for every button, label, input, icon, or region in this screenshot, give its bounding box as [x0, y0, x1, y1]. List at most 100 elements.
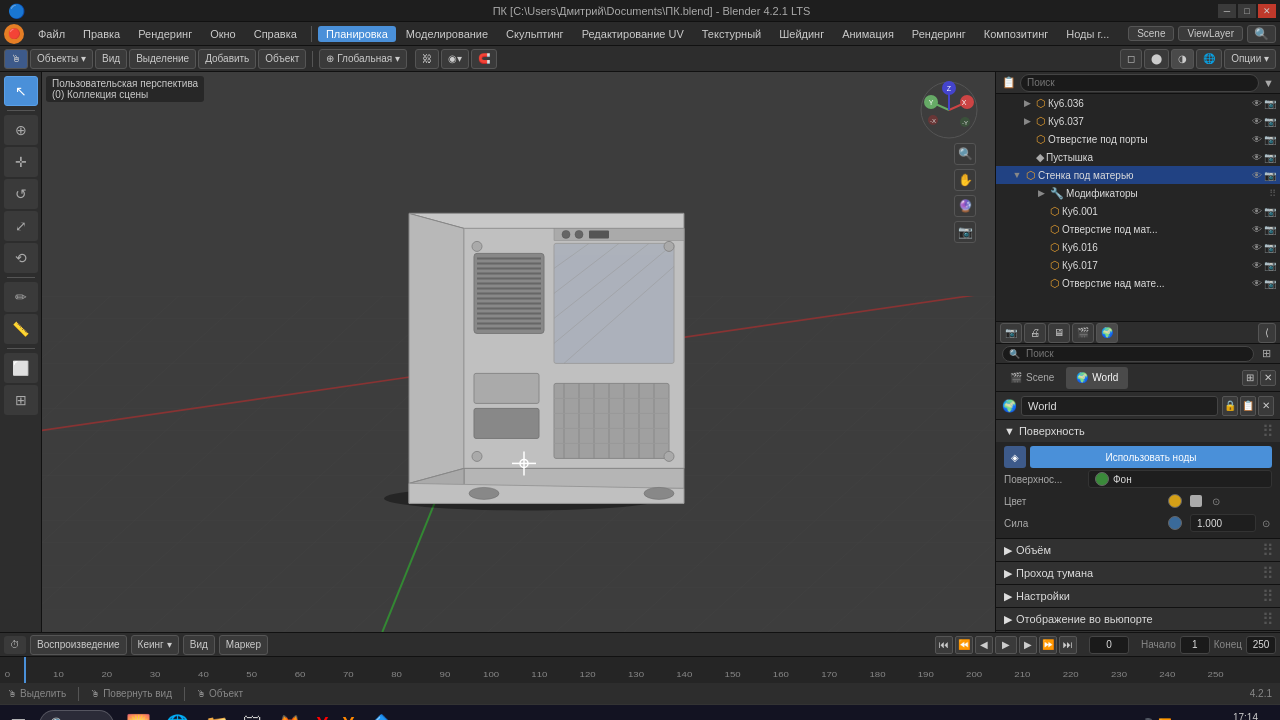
outliner-item-5[interactable]: ⬡ Ку6.001 👁📷 [996, 202, 1280, 220]
prev-frame-btn[interactable]: ⏪ [955, 636, 973, 654]
minimize-button[interactable]: ─ [1218, 4, 1236, 18]
orbit-btn[interactable]: 🔮 [954, 195, 976, 217]
viewport-shading-3[interactable]: ◑ [1171, 49, 1194, 69]
camera-icon[interactable]: 📷 [1264, 152, 1276, 163]
fog-section-header[interactable]: ▶ Проход тумана ⠿ [996, 562, 1280, 584]
use-nodes-button[interactable]: Использовать ноды [1030, 446, 1272, 468]
prop-tab-output[interactable]: 🖨 [1024, 323, 1046, 343]
outliner-item-6[interactable]: ⬡ Отверстие под мат... 👁📷 [996, 220, 1280, 238]
eye-icon[interactable]: 👁 [1252, 260, 1262, 271]
close-button[interactable]: ✕ [1258, 4, 1276, 18]
view-layer-selector[interactable]: ViewLayer [1178, 26, 1243, 41]
prev-keyframe-btn[interactable]: ◀ [975, 636, 993, 654]
strength-lock[interactable]: ⊙ [1260, 517, 1272, 529]
taskbar-app-3[interactable]: 📁 [198, 707, 235, 721]
eye-icon[interactable]: 👁 [1252, 206, 1262, 217]
viewport-display-section-header[interactable]: ▶ Отображение во вьюпорте ⠿ [996, 608, 1280, 630]
taskbar-search[interactable]: 🔍 Поиск [39, 710, 114, 721]
viewport-shading-4[interactable]: 🌐 [1196, 49, 1222, 69]
timeline-type-btn[interactable]: ⏱ [4, 636, 26, 654]
timeline-ruler[interactable]: 0 10 20 30 40 50 60 70 80 90 100 110 120… [0, 657, 1280, 683]
taskbar-app-1[interactable]: 🌅 [120, 707, 157, 721]
volume-section-header[interactable]: ▶ Объём ⠿ [996, 539, 1280, 561]
object-menu[interactable]: Объект [258, 49, 306, 69]
outliner-item-8[interactable]: ⬡ Ку6.017 👁📷 [996, 256, 1280, 274]
global-transform[interactable]: ⊕ Глобальная ▾ [319, 49, 407, 69]
taskbar-app-2[interactable]: 🌐 [159, 707, 196, 721]
world-delete-btn[interactable]: ✕ [1258, 396, 1274, 416]
menu-item-window[interactable]: Окно [202, 26, 244, 42]
props-search-expand[interactable]: ⊞ [1258, 346, 1274, 362]
workspace-animation[interactable]: Анимация [834, 26, 902, 42]
grab-btn[interactable]: ✋ [954, 169, 976, 191]
viewport-shading-1[interactable]: ◻ [1120, 49, 1142, 69]
proportional-edit[interactable]: ◉▾ [441, 49, 469, 69]
camera-icon[interactable]: 📷 [1264, 242, 1276, 253]
menu-item-edit[interactable]: Правка [75, 26, 128, 42]
surface-dot[interactable] [1095, 472, 1109, 486]
world-name-input[interactable] [1021, 396, 1218, 416]
keying-menu[interactable]: Кеинг ▾ [131, 635, 179, 655]
props-search-input[interactable] [1020, 346, 1247, 362]
world-copy-btn[interactable]: 📋 [1240, 396, 1256, 416]
next-keyframe-btn[interactable]: ▶ [1019, 636, 1037, 654]
outliner-item-2[interactable]: ⬡ Отверстие под порты 👁📷 [996, 130, 1280, 148]
camera-icon[interactable]: 📷 [1264, 206, 1276, 217]
strength-value[interactable]: 1.000 [1190, 514, 1256, 532]
prop-tab-view[interactable]: 🖥 [1048, 323, 1070, 343]
outliner-item-modifiers[interactable]: ▶ 🔧 Модификаторы ⠿ [996, 184, 1280, 202]
camera-icon[interactable]: 📷 [1264, 224, 1276, 235]
workspace-compositing[interactable]: Композитинг [976, 26, 1057, 42]
play-btn[interactable]: ▶ [995, 636, 1017, 654]
eye-icon[interactable]: 👁 [1252, 170, 1262, 181]
annotate-tool[interactable]: ✏ [4, 282, 38, 312]
camera-icon[interactable]: 📷 [1264, 116, 1276, 127]
strength-dot[interactable] [1168, 516, 1182, 530]
camera-icon[interactable]: 📷 [1264, 278, 1276, 289]
options-menu[interactable]: Опции ▾ [1224, 49, 1276, 69]
color-dot[interactable] [1168, 494, 1182, 508]
workspace-shading[interactable]: Шейдинг [771, 26, 832, 42]
menu-item-help[interactable]: Справка [246, 26, 305, 42]
camera-icon[interactable]: 📷 [1264, 260, 1276, 271]
cursor-tool[interactable]: ⊕ [4, 115, 38, 145]
menu-item-render[interactable]: Рендеринг [130, 26, 200, 42]
workspace-rendering[interactable]: Рендеринг [904, 26, 974, 42]
eye-icon[interactable]: 👁 [1252, 152, 1262, 163]
move-tool[interactable]: ✛ [4, 147, 38, 177]
workspace-sculpting[interactable]: Скульптинг [498, 26, 572, 42]
measure-tool[interactable]: 📏 [4, 314, 38, 344]
surface-value[interactable]: Фон [1088, 470, 1272, 488]
prop-tab-scene[interactable]: 🎬 [1072, 323, 1094, 343]
view-menu[interactable]: Вид [95, 49, 127, 69]
eye-icon[interactable]: 👁 [1252, 116, 1262, 127]
custom-props-section-header[interactable]: ▶ Настраиваемые свойства ⠿ [996, 631, 1280, 632]
prop-tab-render[interactable]: 📷 [1000, 323, 1022, 343]
surface-section-header[interactable]: ▼ Поверхность ⠿ [996, 420, 1280, 442]
search-toggle[interactable]: 🔍 [1247, 25, 1276, 43]
camera-icon[interactable]: 📷 [1264, 98, 1276, 109]
workspace-uv[interactable]: Редактирование UV [574, 26, 692, 42]
outliner-item-9[interactable]: ⬡ Отверстие над мате... 👁📷 [996, 274, 1280, 292]
color-swatch[interactable] [1190, 495, 1202, 507]
end-frame[interactable]: 250 [1246, 636, 1276, 654]
next-frame-btn[interactable]: ⏩ [1039, 636, 1057, 654]
current-frame-display[interactable]: 0 [1089, 636, 1129, 654]
taskbar-app-6[interactable]: Y [310, 707, 334, 721]
world-close-btn[interactable]: ✕ [1260, 370, 1276, 386]
eye-icon[interactable]: 👁 [1252, 224, 1262, 235]
outliner-item-3[interactable]: ◆ Пустышка 👁📷 [996, 148, 1280, 166]
extrude-tool[interactable]: ⊞ [4, 385, 38, 415]
taskbar-blender[interactable]: 🔷 [363, 707, 400, 721]
outliner-item-0[interactable]: ▶ ⬡ Ку6.036 👁📷 [996, 94, 1280, 112]
eye-icon[interactable]: 👁 [1252, 134, 1262, 145]
mode-select[interactable]: 🖱 [4, 49, 28, 69]
zoom-in-btn[interactable]: 🔍 [954, 143, 976, 165]
transform-chain[interactable]: ⛓ [415, 49, 439, 69]
snap[interactable]: 🧲 [471, 49, 497, 69]
navigation-gizmo[interactable]: X Y Z -X -Y [919, 80, 979, 140]
outliner-item-4[interactable]: ▼ ⬡ Стенка под матерью 👁📷 [996, 166, 1280, 184]
workspace-modeling[interactable]: Моделирование [398, 26, 496, 42]
outliner-item-1[interactable]: ▶ ⬡ Ку6.037 👁📷 [996, 112, 1280, 130]
outliner-search-input[interactable] [1020, 74, 1259, 92]
